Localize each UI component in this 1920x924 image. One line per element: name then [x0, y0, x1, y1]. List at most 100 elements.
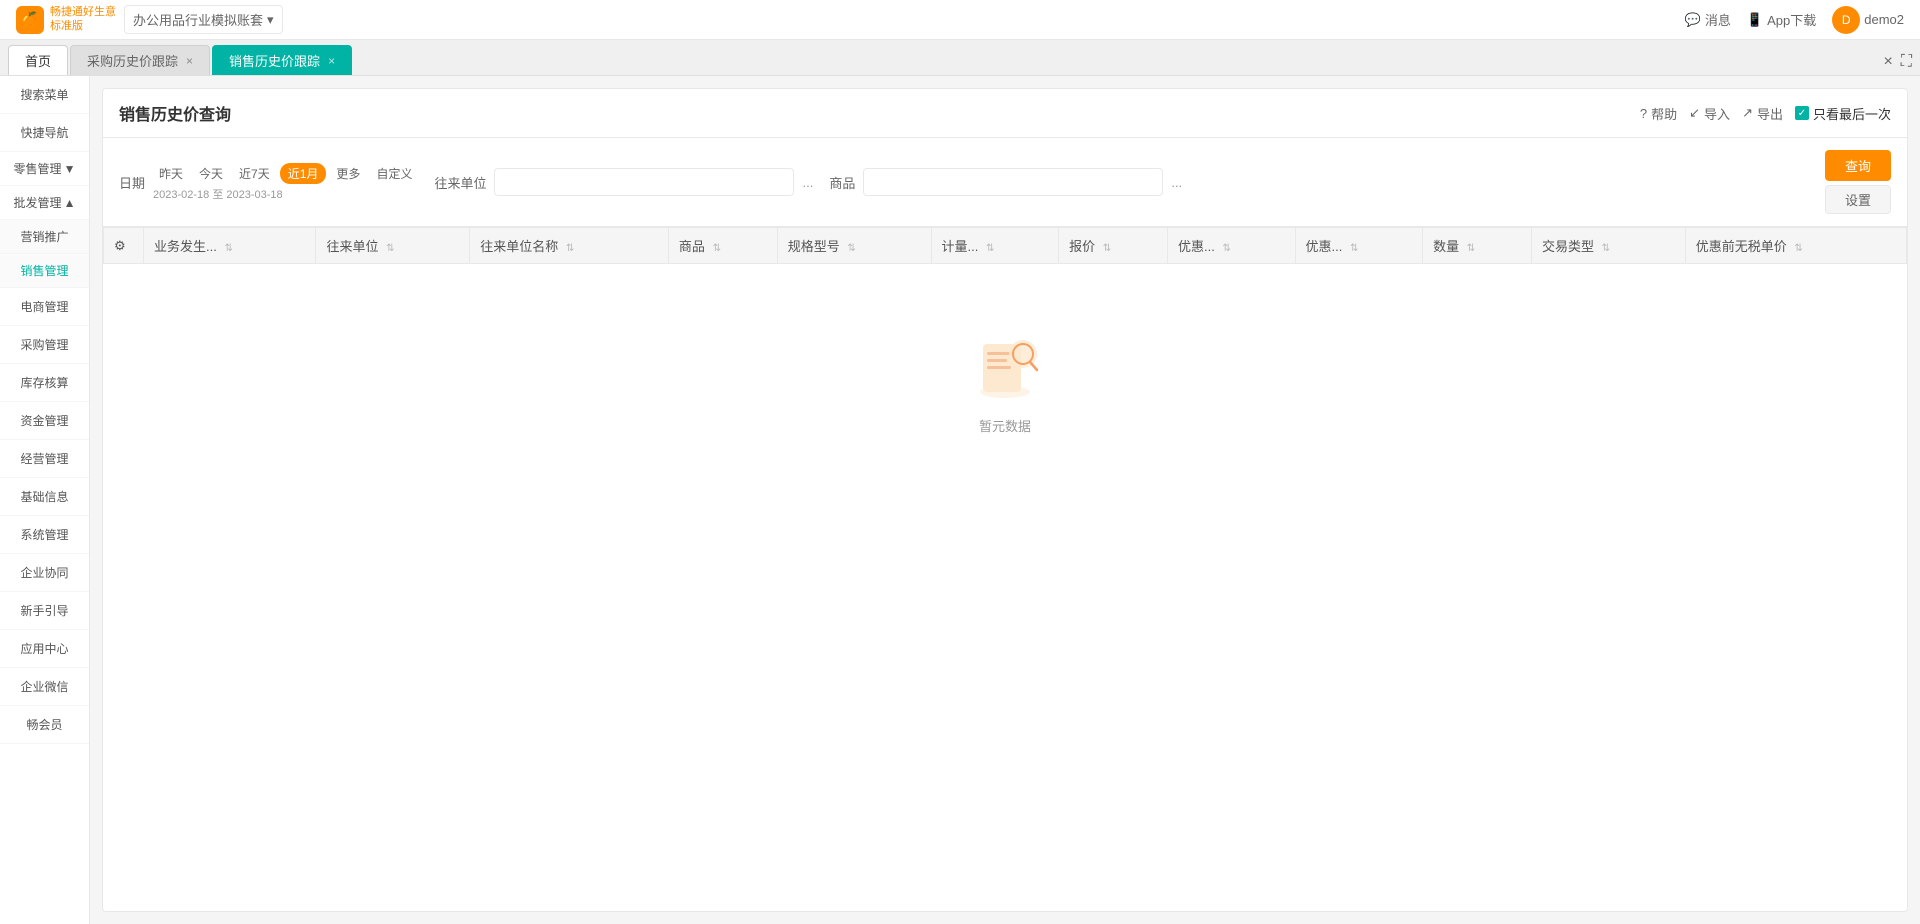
message-icon: 💬 — [1685, 12, 1701, 28]
header-left: 🍊 畅捷通好生意 标准版 办公用品行业模拟账套 ▾ — [16, 5, 283, 34]
empty-icon — [965, 324, 1045, 404]
import-icon: ↙ — [1689, 105, 1700, 121]
sort-icon: ⇅ — [386, 243, 394, 254]
filter-actions: 查询 设置 — [1825, 150, 1891, 214]
import-btn[interactable]: ↙ 导入 — [1689, 104, 1730, 123]
top-header: 🍊 畅捷通好生意 标准版 办公用品行业模拟账套 ▾ 💬 消息 📱 App下载 D… — [0, 0, 1920, 40]
only-last-checkbox-label[interactable]: ✓ 只看最后一次 — [1795, 104, 1891, 123]
sidebar-item-operations-mgmt[interactable]: 经营管理 — [0, 440, 89, 478]
date-btn-today[interactable]: 今天 — [193, 163, 229, 184]
product-filter-group: 商品 ... — [829, 168, 1182, 196]
sidebar-item-wholesale-mgmt[interactable]: 批发管理 ▲ — [0, 186, 89, 220]
empty-text: 暂元数据 — [979, 416, 1031, 435]
logo-area: 🍊 畅捷通好生意 标准版 — [16, 6, 116, 34]
download-icon: 📱 — [1747, 12, 1763, 28]
date-btn-yesterday[interactable]: 昨天 — [153, 163, 189, 184]
col-partner-name[interactable]: 往来单位名称 ⇅ — [470, 228, 669, 264]
table-area: ⚙ 业务发生... ⇅ 往来单位 ⇅ 往来单位名称 — [103, 227, 1907, 911]
partner-input[interactable] — [494, 168, 794, 196]
col-discount1[interactable]: 优惠... ⇅ — [1167, 228, 1295, 264]
date-filter-group: 日期 昨天 今天 近7天 近1月 更多 自定义 2023-02-18 至 202… — [119, 163, 418, 202]
sidebar-item-enterprise-collab[interactable]: 企业协同 — [0, 554, 89, 592]
sort-icon: ⇅ — [1794, 243, 1802, 254]
sidebar-item-marketing[interactable]: 营销推广 — [0, 220, 89, 254]
sidebar-item-new-user-guide[interactable]: 新手引导 — [0, 592, 89, 630]
sidebar-item-sales-mgmt[interactable]: 销售管理 — [0, 254, 89, 288]
tab-bar-actions: × ⛶ — [1883, 53, 1912, 71]
sidebar-item-member[interactable]: 畅会员 — [0, 706, 89, 744]
col-trade-type[interactable]: 交易类型 ⇅ — [1531, 228, 1685, 264]
date-label: 日期 — [119, 173, 145, 192]
sort-icon: ⇅ — [566, 243, 574, 254]
app-download-btn[interactable]: 📱 App下载 — [1747, 10, 1816, 29]
sidebar-item-basic-info[interactable]: 基础信息 — [0, 478, 89, 516]
sidebar-item-purchase-mgmt[interactable]: 采购管理 — [0, 326, 89, 364]
sidebar-item-ecommerce-mgmt[interactable]: 电商管理 — [0, 288, 89, 326]
export-icon: ↗ — [1742, 105, 1753, 121]
sort-icon: ⇅ — [986, 243, 994, 254]
tab-bar: 首页 采购历史价跟踪 × 销售历史价跟踪 × × ⛶ — [0, 40, 1920, 76]
date-shortcuts: 昨天 今天 近7天 近1月 更多 自定义 — [153, 163, 418, 184]
col-quantity[interactable]: 数量 ⇅ — [1423, 228, 1532, 264]
message-btn[interactable]: 💬 消息 — [1685, 10, 1731, 29]
fullscreen-btn[interactable]: ⛶ — [1901, 53, 1912, 71]
col-partner[interactable]: 往来单位 ⇅ — [316, 228, 470, 264]
col-product[interactable]: 商品 ⇅ — [668, 228, 777, 264]
tab-sales-history[interactable]: 销售历史价跟踪 × — [212, 45, 352, 75]
sort-icon: ⇅ — [224, 243, 232, 254]
export-btn[interactable]: ↗ 导出 — [1742, 104, 1783, 123]
sort-icon: ⇅ — [1467, 243, 1475, 254]
col-pretax-price[interactable]: 优惠前无税单价 ⇅ — [1685, 228, 1906, 264]
page-header: 销售历史价查询 ? 帮助 ↙ 导入 ↗ 导出 — [103, 89, 1907, 138]
col-spec[interactable]: 规格型号 ⇅ — [777, 228, 931, 264]
date-btn-last1month[interactable]: 近1月 — [280, 163, 327, 184]
app-selector[interactable]: 办公用品行业模拟账套 ▾ — [124, 5, 283, 34]
col-biz-date[interactable]: 业务发生... ⇅ — [144, 228, 316, 264]
close-all-tabs-btn[interactable]: × — [1883, 53, 1892, 71]
page-card: 销售历史价查询 ? 帮助 ↙ 导入 ↗ 导出 — [102, 88, 1908, 912]
col-settings[interactable]: ⚙ — [104, 228, 144, 264]
only-last-checkbox[interactable]: ✓ — [1795, 106, 1809, 120]
sidebar: 搜索菜单 快捷导航 零售管理 ▼ 批发管理 ▲ 营销推广 销售管理 电商管理 采… — [0, 76, 90, 924]
sort-icon: ⇅ — [1350, 243, 1358, 254]
main-layout: 搜索菜单 快捷导航 零售管理 ▼ 批发管理 ▲ 营销推广 销售管理 电商管理 采… — [0, 76, 1920, 924]
sidebar-item-enterprise-wechat[interactable]: 企业微信 — [0, 668, 89, 706]
date-range-text: 2023-02-18 至 2023-03-18 — [153, 186, 418, 202]
user-profile[interactable]: D demo2 — [1832, 6, 1904, 34]
close-purchase-tab-icon[interactable]: × — [186, 54, 193, 68]
date-btn-custom[interactable]: 自定义 — [370, 163, 418, 184]
sidebar-item-app-center[interactable]: 应用中心 — [0, 630, 89, 668]
partner-filter-group: 往来单位 ... — [434, 168, 813, 196]
chevron-down-icon: ▼ — [64, 162, 76, 176]
filter-area: 日期 昨天 今天 近7天 近1月 更多 自定义 2023-02-18 至 202… — [103, 138, 1907, 227]
partner-label: 往来单位 — [434, 173, 486, 192]
content-area: 销售历史价查询 ? 帮助 ↙ 导入 ↗ 导出 — [90, 76, 1920, 924]
chevron-up-icon: ▲ — [64, 196, 76, 210]
settings-button[interactable]: 设置 — [1825, 185, 1891, 214]
query-button[interactable]: 查询 — [1825, 150, 1891, 181]
sort-icon: ⇅ — [1222, 243, 1230, 254]
col-discount2[interactable]: 优惠... ⇅ — [1295, 228, 1423, 264]
sidebar-item-system-mgmt[interactable]: 系统管理 — [0, 516, 89, 554]
header-right: 💬 消息 📱 App下载 D demo2 — [1685, 6, 1904, 34]
sidebar-item-inventory[interactable]: 库存核算 — [0, 364, 89, 402]
help-btn[interactable]: ? 帮助 — [1640, 104, 1677, 123]
sidebar-item-quick-nav[interactable]: 快捷导航 — [0, 114, 89, 152]
sort-icon: ⇅ — [847, 243, 855, 254]
empty-state: 暂元数据 — [103, 264, 1907, 495]
col-unit[interactable]: 计量... ⇅ — [931, 228, 1059, 264]
tab-home[interactable]: 首页 — [8, 45, 68, 75]
date-btn-more[interactable]: 更多 — [330, 163, 366, 184]
close-sales-tab-icon[interactable]: × — [328, 54, 335, 68]
product-dots-btn[interactable]: ... — [1171, 175, 1182, 190]
date-btn-last7days[interactable]: 近7天 — [233, 163, 276, 184]
tab-purchase-history[interactable]: 采购历史价跟踪 × — [70, 45, 210, 75]
col-quote[interactable]: 报价 ⇅ — [1059, 228, 1168, 264]
page-title: 销售历史价查询 — [119, 101, 231, 125]
sidebar-item-search-menu[interactable]: 搜索菜单 — [0, 76, 89, 114]
sidebar-item-retail-mgmt[interactable]: 零售管理 ▼ — [0, 152, 89, 186]
sidebar-item-finance-mgmt[interactable]: 资金管理 — [0, 402, 89, 440]
page-header-actions: ? 帮助 ↙ 导入 ↗ 导出 ✓ 只看最后一次 — [1640, 104, 1891, 123]
product-input[interactable] — [863, 168, 1163, 196]
partner-dots-btn[interactable]: ... — [802, 175, 813, 190]
